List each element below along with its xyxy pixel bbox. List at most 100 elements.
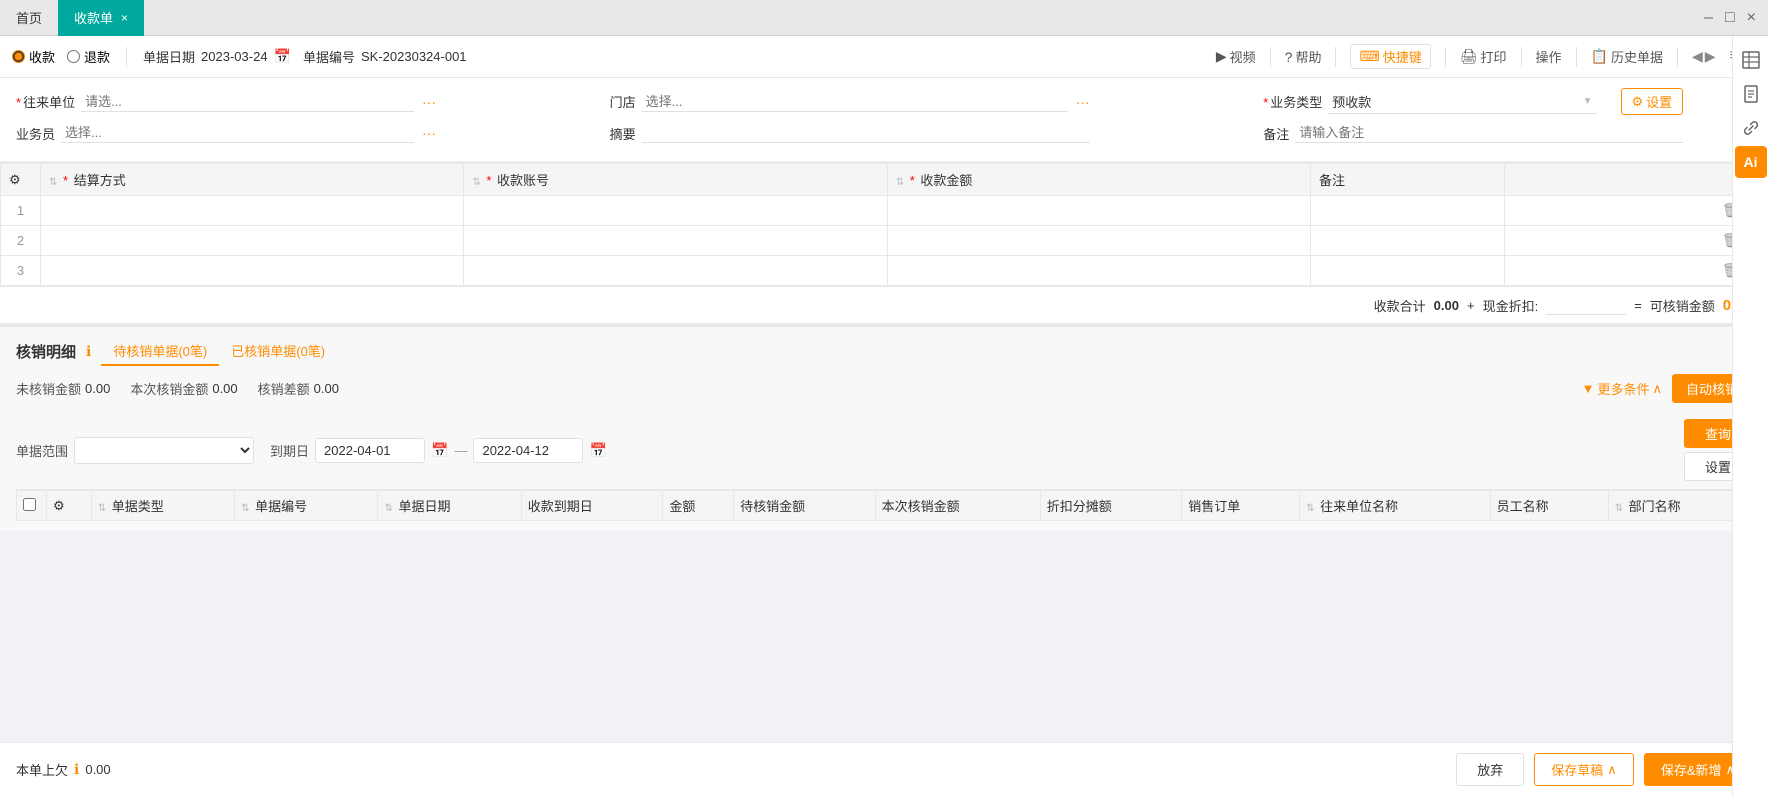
- table-row: 1 🗑 ⊕: [1, 196, 1768, 226]
- cal-to-icon[interactable]: 📅: [589, 442, 606, 459]
- info-icon[interactable]: ℹ: [86, 343, 91, 360]
- ai-label: Ai: [1744, 154, 1758, 170]
- settlement-3[interactable]: [41, 256, 464, 286]
- cal-from-icon[interactable]: 📅: [431, 442, 448, 459]
- tab-receipt[interactable]: 收款单 ×: [58, 0, 144, 36]
- right-sidebar: Ai: [1732, 36, 1768, 796]
- form-row-2: 业务员 ··· 摘要 备注: [16, 123, 1752, 143]
- settings-btn[interactable]: ⚙ 设置: [1621, 88, 1684, 115]
- more-conditions-btn[interactable]: ▼ 更多条件 ∧: [1582, 379, 1662, 398]
- sidebar-ai-icon[interactable]: Ai: [1735, 146, 1767, 178]
- help-btn[interactable]: ? 帮助: [1285, 47, 1322, 66]
- divider-4: [1445, 47, 1446, 67]
- salesman-more-btn[interactable]: ···: [422, 125, 436, 141]
- counterpart-more-btn[interactable]: ···: [422, 94, 436, 110]
- tab-home-label: 首页: [16, 8, 42, 27]
- tab-home[interactable]: 首页: [0, 0, 58, 36]
- calendar-icon[interactable]: 📅: [274, 48, 291, 65]
- th-gear[interactable]: ⚙: [1, 164, 41, 196]
- store-field: 门店 ···: [610, 92, 1090, 112]
- business-type-dropdown-icon: ▼: [1583, 96, 1593, 107]
- settlement-2[interactable]: [41, 226, 464, 256]
- remark-2[interactable]: [1311, 226, 1505, 256]
- footer-value: 0.00: [85, 762, 110, 777]
- footer-info-icon[interactable]: ℹ: [74, 761, 79, 778]
- footer: 本单上欠 ℹ 0.00 放弃 保存草稿 ∧ 保存&新增 ∧: [0, 742, 1768, 796]
- current-stat: 本次核销金额 0.00: [130, 379, 237, 398]
- range-select[interactable]: [74, 437, 254, 464]
- form-row-1: *往来单位 ··· 门店 ··· *业务类型 预收款 ▼ ⚙ 设置: [16, 88, 1752, 115]
- business-type-select[interactable]: 预收款 ▼: [1328, 90, 1596, 114]
- salesman-input[interactable]: [61, 123, 414, 143]
- window-min-btn[interactable]: –: [1700, 9, 1717, 27]
- business-type-value: 预收款: [1332, 92, 1578, 111]
- remarks-input[interactable]: [1295, 123, 1683, 143]
- account-3[interactable]: [464, 256, 887, 286]
- store-more-btn[interactable]: ···: [1076, 94, 1090, 110]
- tab-receipt-close[interactable]: ×: [121, 11, 128, 25]
- salesman-field: 业务员 ···: [16, 123, 436, 143]
- abandon-btn[interactable]: 放弃: [1456, 753, 1524, 786]
- next-btn[interactable]: ▶: [1705, 48, 1716, 65]
- window-max-btn[interactable]: □: [1721, 9, 1739, 27]
- th-account: ⇅ * 收款账号: [464, 164, 887, 196]
- date-to-input[interactable]: [473, 438, 583, 463]
- remark-1[interactable]: [1311, 196, 1505, 226]
- stats-row: 未核销金额 0.00 本次核销金额 0.00 核销差额 0.00 ▼ 更多条件 …: [16, 374, 1752, 403]
- diff-stat: 核销差额 0.00: [258, 379, 339, 398]
- radio-refund-input[interactable]: [67, 50, 80, 63]
- sidebar-table-icon[interactable]: [1735, 44, 1767, 76]
- section-title-text: 核销明细: [16, 341, 76, 362]
- print-btn[interactable]: 🖨 打印: [1460, 47, 1507, 66]
- save-draft-dropdown-icon[interactable]: ∧: [1607, 762, 1617, 778]
- tab-pending[interactable]: 待核销单据(0笔): [101, 337, 219, 366]
- history-icon: 📋: [1591, 48, 1608, 65]
- th-doc-number: ⇅ 单据编号: [235, 491, 378, 521]
- operation-btn[interactable]: 操作: [1536, 47, 1562, 66]
- shortcut-btn[interactable]: ⌨ 快捷键: [1350, 44, 1430, 69]
- settlement-1[interactable]: [41, 196, 464, 226]
- counterpart-input[interactable]: [81, 92, 414, 112]
- counterpart-label: *往来单位: [16, 92, 75, 111]
- number-label: 单据编号: [303, 47, 355, 66]
- sidebar-doc-icon[interactable]: [1735, 78, 1767, 110]
- radio-receipt-input[interactable]: [12, 50, 25, 63]
- amount-3[interactable]: [887, 256, 1310, 286]
- radio-receipt[interactable]: 收款: [12, 47, 55, 66]
- sidebar-link-icon[interactable]: [1735, 112, 1767, 144]
- remark-3[interactable]: [1311, 256, 1505, 286]
- date-from-input[interactable]: [315, 438, 425, 463]
- video-btn[interactable]: ▶ 视频: [1216, 47, 1256, 66]
- th-remark: 备注: [1311, 164, 1505, 196]
- diff-label: 核销差额: [258, 379, 310, 398]
- radio-refund-label: 退款: [84, 47, 110, 66]
- filter-icon: ▼: [1582, 381, 1595, 396]
- plus-sign: +: [1467, 298, 1475, 313]
- amount-2[interactable]: [887, 226, 1310, 256]
- history-btn[interactable]: 📋 历史单据: [1591, 47, 1663, 66]
- shortcut-label: 快捷键: [1383, 47, 1422, 66]
- th-gear-bottom[interactable]: ⚙: [47, 491, 92, 521]
- account-2[interactable]: [464, 226, 887, 256]
- prev-btn[interactable]: ◀: [1692, 48, 1703, 65]
- th-department: ⇅ 部门名称: [1608, 491, 1751, 521]
- radio-refund[interactable]: 退款: [67, 47, 110, 66]
- row-num-1: 1: [1, 196, 41, 226]
- tab-done[interactable]: 已核销单据(0笔): [219, 337, 337, 366]
- salesman-label: 业务员: [16, 124, 55, 143]
- amount-1[interactable]: [887, 196, 1310, 226]
- th-checkbox[interactable]: [17, 491, 47, 521]
- th-operation: 操作: [1505, 164, 1768, 196]
- print-label: 打印: [1480, 47, 1506, 66]
- receipt-refund-toggle: 收款 退款: [12, 47, 110, 66]
- summary-input[interactable]: [642, 123, 1090, 143]
- account-1[interactable]: [464, 196, 887, 226]
- action-2: 🗑 ⊕: [1505, 226, 1768, 256]
- select-all-checkbox[interactable]: [23, 498, 36, 511]
- divider-1: [126, 47, 127, 67]
- store-input[interactable]: [642, 92, 1068, 112]
- save-draft-btn[interactable]: 保存草稿 ∧: [1534, 753, 1634, 786]
- discount-input[interactable]: [1546, 295, 1626, 315]
- window-close-btn[interactable]: ×: [1743, 9, 1760, 27]
- divider-7: [1677, 47, 1678, 67]
